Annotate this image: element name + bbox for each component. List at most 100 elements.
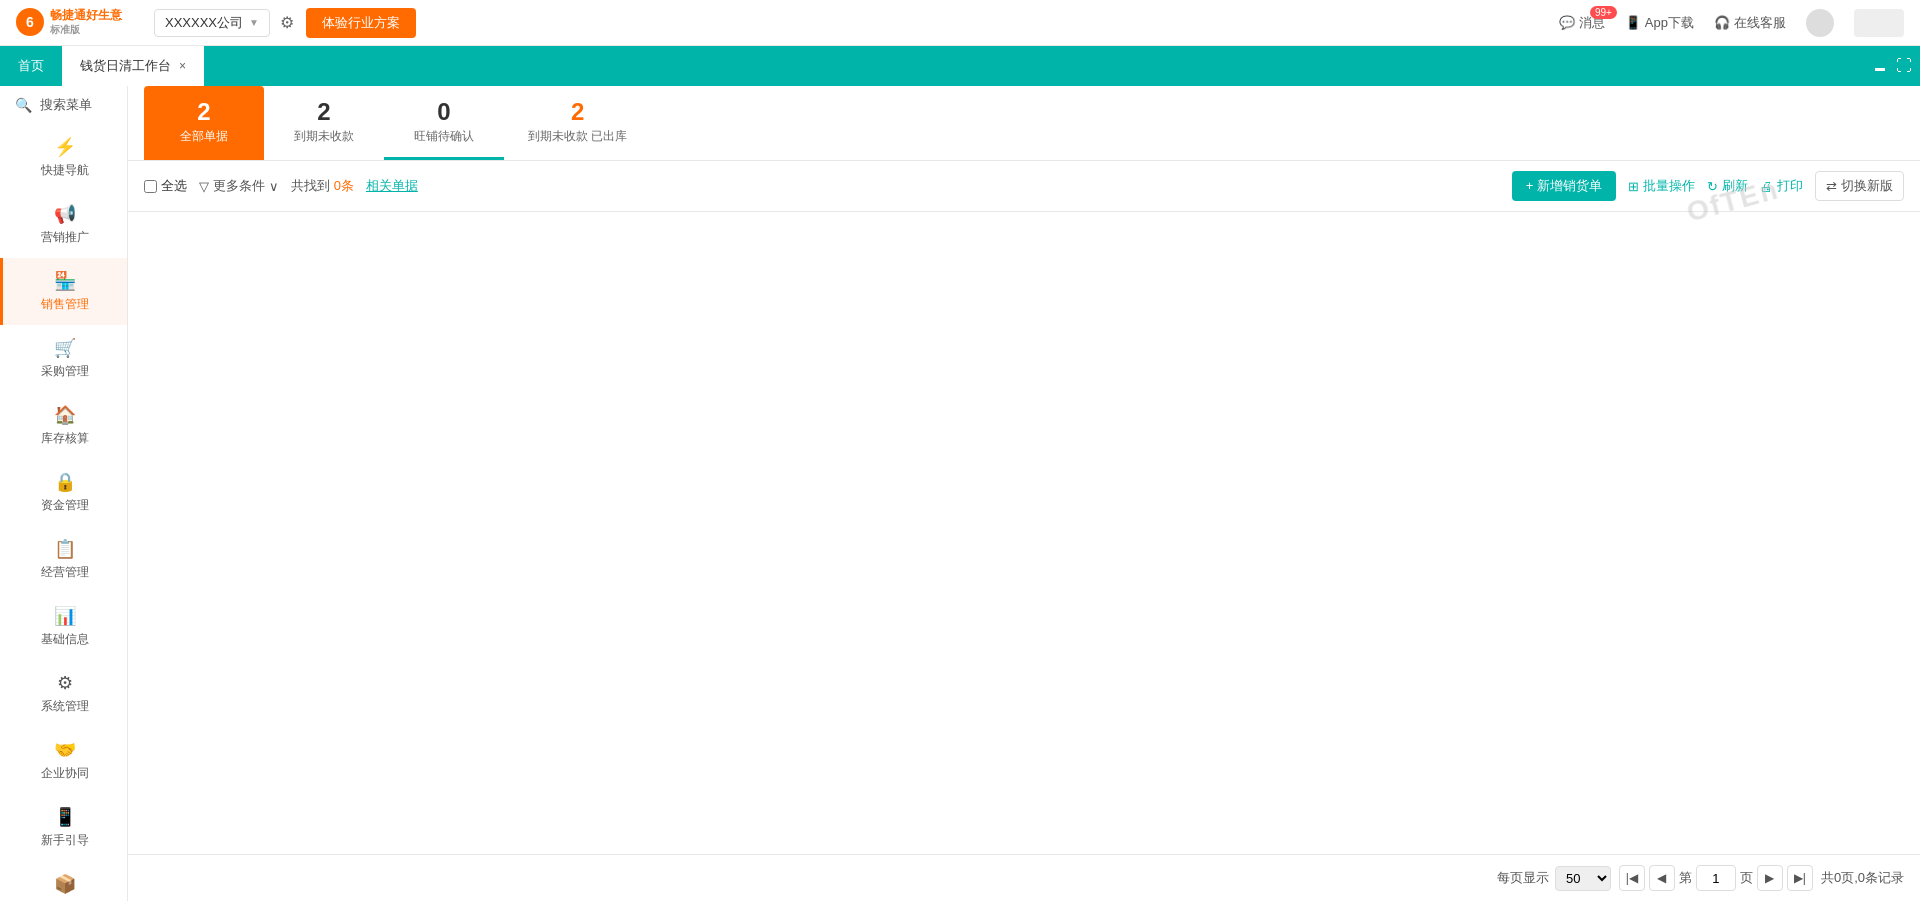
page-last-button[interactable]: ▶|	[1787, 865, 1813, 891]
per-page-select[interactable]: 50 100 200	[1555, 866, 1611, 891]
sidebar-item-basic-info[interactable]: 📊 基础信息	[0, 593, 127, 660]
stat-tab-shipped[interactable]: 2 到期未收款 已出库	[504, 86, 651, 160]
add-button[interactable]: + 新增销货单	[1512, 171, 1616, 201]
operations-icon: 📋	[54, 538, 76, 560]
refresh-icon: ↻	[1707, 179, 1718, 194]
sidebar-item-marketing[interactable]: 📢 营销推广	[0, 191, 127, 258]
print-label: 打印	[1777, 177, 1803, 195]
marketing-icon: 📢	[54, 203, 76, 225]
tab-work-bench[interactable]: 钱货日清工作台 ×	[62, 46, 204, 86]
content-area: 2 全部单据 2 到期未收款 0 旺铺待确认 2 到期未收款 已出库 全选	[128, 86, 1920, 901]
sidebar-item-label: 基础信息	[41, 631, 89, 648]
company-name: XXXXXX公司	[165, 14, 243, 32]
sidebar-item-quick-nav[interactable]: ⚡ 快捷导航	[0, 124, 127, 191]
page-end-label: 页	[1740, 869, 1753, 887]
sidebar-item-purchase[interactable]: 🛒 采购管理	[0, 325, 127, 392]
select-all-checkbox[interactable]: 全选	[144, 177, 187, 195]
page-next-button[interactable]: ▶	[1757, 865, 1783, 891]
stat-pending-num: 0	[437, 98, 450, 126]
batch-label: 批量操作	[1643, 177, 1695, 195]
sidebar-item-operations[interactable]: 📋 经营管理	[0, 526, 127, 593]
select-all-label: 全选	[161, 177, 187, 195]
logo-text: 畅捷通好生意	[50, 8, 122, 22]
stats-bar: 2 全部单据 2 到期未收款 0 旺铺待确认 2 到期未收款 已出库	[128, 86, 1920, 161]
filter-icon: ▽	[199, 179, 209, 194]
sidebar-item-label: 企业协同	[41, 765, 89, 782]
online-service-label: 在线客服	[1734, 14, 1786, 32]
online-service-item[interactable]: 🎧 在线客服	[1714, 14, 1786, 32]
batch-icon: ⊞	[1628, 179, 1639, 194]
sidebar-item-label: 销售管理	[41, 296, 89, 313]
search-icon: 🔍	[15, 97, 32, 113]
tab-home[interactable]: 首页	[0, 46, 62, 86]
stat-shipped-num: 2	[571, 98, 584, 126]
tab-close-icon[interactable]: ×	[179, 59, 186, 73]
pagination-bar: 每页显示 50 100 200 |◀ ◀ 第 页 ▶ ▶| 共0页,0条记录	[128, 854, 1920, 901]
guide-icon: 📱	[54, 806, 76, 828]
settings-icon[interactable]: ⚙	[280, 13, 294, 32]
sidebar-item-app-center[interactable]: 📦 应用中心	[0, 861, 127, 901]
switch-button[interactable]: ⇄ 切换新版	[1815, 171, 1904, 201]
sidebar-item-label: 新手引导	[41, 832, 89, 849]
message-badge: 99+	[1590, 6, 1617, 19]
top-header: 6 畅捷通好生意 标准版 XXXXXX公司 ▼ ⚙ 体验行业方案 💬 消息 99…	[0, 0, 1920, 46]
sales-icon: 🏪	[54, 270, 76, 292]
app-download-label: App下载	[1645, 14, 1694, 32]
trial-button[interactable]: 体验行业方案	[306, 8, 416, 38]
sidebar-item-enterprise[interactable]: 🤝 企业协同	[0, 727, 127, 794]
user-name[interactable]	[1854, 9, 1904, 37]
refresh-button[interactable]: ↻ 刷新	[1707, 177, 1748, 195]
stat-overdue-num: 2	[317, 98, 330, 126]
stat-tab-all[interactable]: 2 全部单据	[144, 86, 264, 160]
found-text-label: 共找到	[291, 178, 330, 193]
message-item[interactable]: 💬 消息 99+	[1559, 14, 1605, 32]
stat-tab-overdue[interactable]: 2 到期未收款	[264, 86, 384, 160]
sidebar-item-label: 营销推广	[41, 229, 89, 246]
sidebar-item-sales[interactable]: 🏪 销售管理	[0, 258, 127, 325]
company-selector[interactable]: XXXXXX公司 ▼	[154, 9, 270, 37]
page-prev-button[interactable]: ◀	[1649, 865, 1675, 891]
filter-arrow-icon: ∨	[269, 179, 279, 194]
maximize-icon[interactable]: ⛶	[1896, 57, 1912, 75]
enterprise-icon: 🤝	[54, 739, 76, 761]
sidebar-item-label: 系统管理	[41, 698, 89, 715]
minimize-icon[interactable]: 🗕	[1872, 57, 1888, 75]
sidebar-item-label: 经营管理	[41, 564, 89, 581]
avatar[interactable]	[1806, 9, 1834, 37]
related-link[interactable]: 相关单据	[366, 177, 418, 195]
sidebar-item-inventory[interactable]: 🏠 库存核算	[0, 392, 127, 459]
logo-area: 6 畅捷通好生意 标准版	[16, 8, 144, 36]
select-all-input[interactable]	[144, 180, 157, 193]
filter-label: 更多条件	[213, 177, 265, 195]
page-first-button[interactable]: |◀	[1619, 865, 1645, 891]
nav-tabs: 首页 钱货日清工作台 × 🗕 ⛶	[0, 46, 1920, 86]
stat-pending-label: 旺铺待确认	[414, 128, 474, 145]
app-download-item[interactable]: 📱 App下载	[1625, 14, 1694, 32]
main-layout: 🔍 搜索菜单 ⚡ 快捷导航 📢 营销推广 🏪 销售管理 🛒 采购管理 🏠 库存核…	[0, 86, 1920, 901]
batch-button[interactable]: ⊞ 批量操作	[1628, 177, 1695, 195]
toolbar-right: + 新增销货单 ⊞ 批量操作 ↻ 刷新 🖨 打印 ⇄ 切换新版	[1512, 171, 1904, 201]
quick-nav-icon: ⚡	[54, 136, 76, 158]
found-text: 共找到 0条	[291, 177, 354, 195]
logo-badge: 标准版	[50, 23, 122, 37]
page-input[interactable]	[1696, 865, 1736, 891]
basic-info-icon: 📊	[54, 605, 76, 627]
sidebar-item-label: 采购管理	[41, 363, 89, 380]
per-page-selector: 每页显示 50 100 200	[1497, 866, 1611, 891]
filter-button[interactable]: ▽ 更多条件 ∨	[199, 177, 279, 195]
refresh-label: 刷新	[1722, 177, 1748, 195]
system-icon: ⚙	[57, 672, 73, 694]
message-icon: 💬	[1559, 15, 1575, 30]
stat-tab-pending[interactable]: 0 旺铺待确认	[384, 86, 504, 160]
sidebar-search[interactable]: 🔍 搜索菜单	[0, 86, 127, 124]
page-text: 第	[1679, 869, 1692, 887]
sidebar: 🔍 搜索菜单 ⚡ 快捷导航 📢 营销推广 🏪 销售管理 🛒 采购管理 🏠 库存核…	[0, 86, 128, 901]
stat-all-num: 2	[197, 98, 210, 126]
stat-all-label: 全部单据	[180, 128, 228, 145]
sidebar-item-guide[interactable]: 📱 新手引导	[0, 794, 127, 861]
sidebar-item-system[interactable]: ⚙ 系统管理	[0, 660, 127, 727]
sidebar-item-finance[interactable]: 🔒 资金管理	[0, 459, 127, 526]
app-center-icon: 📦	[54, 873, 76, 895]
print-button[interactable]: 🖨 打印	[1760, 177, 1803, 195]
toolbar-left: 全选 ▽ 更多条件 ∨ 共找到 0条 相关单据	[144, 177, 418, 195]
